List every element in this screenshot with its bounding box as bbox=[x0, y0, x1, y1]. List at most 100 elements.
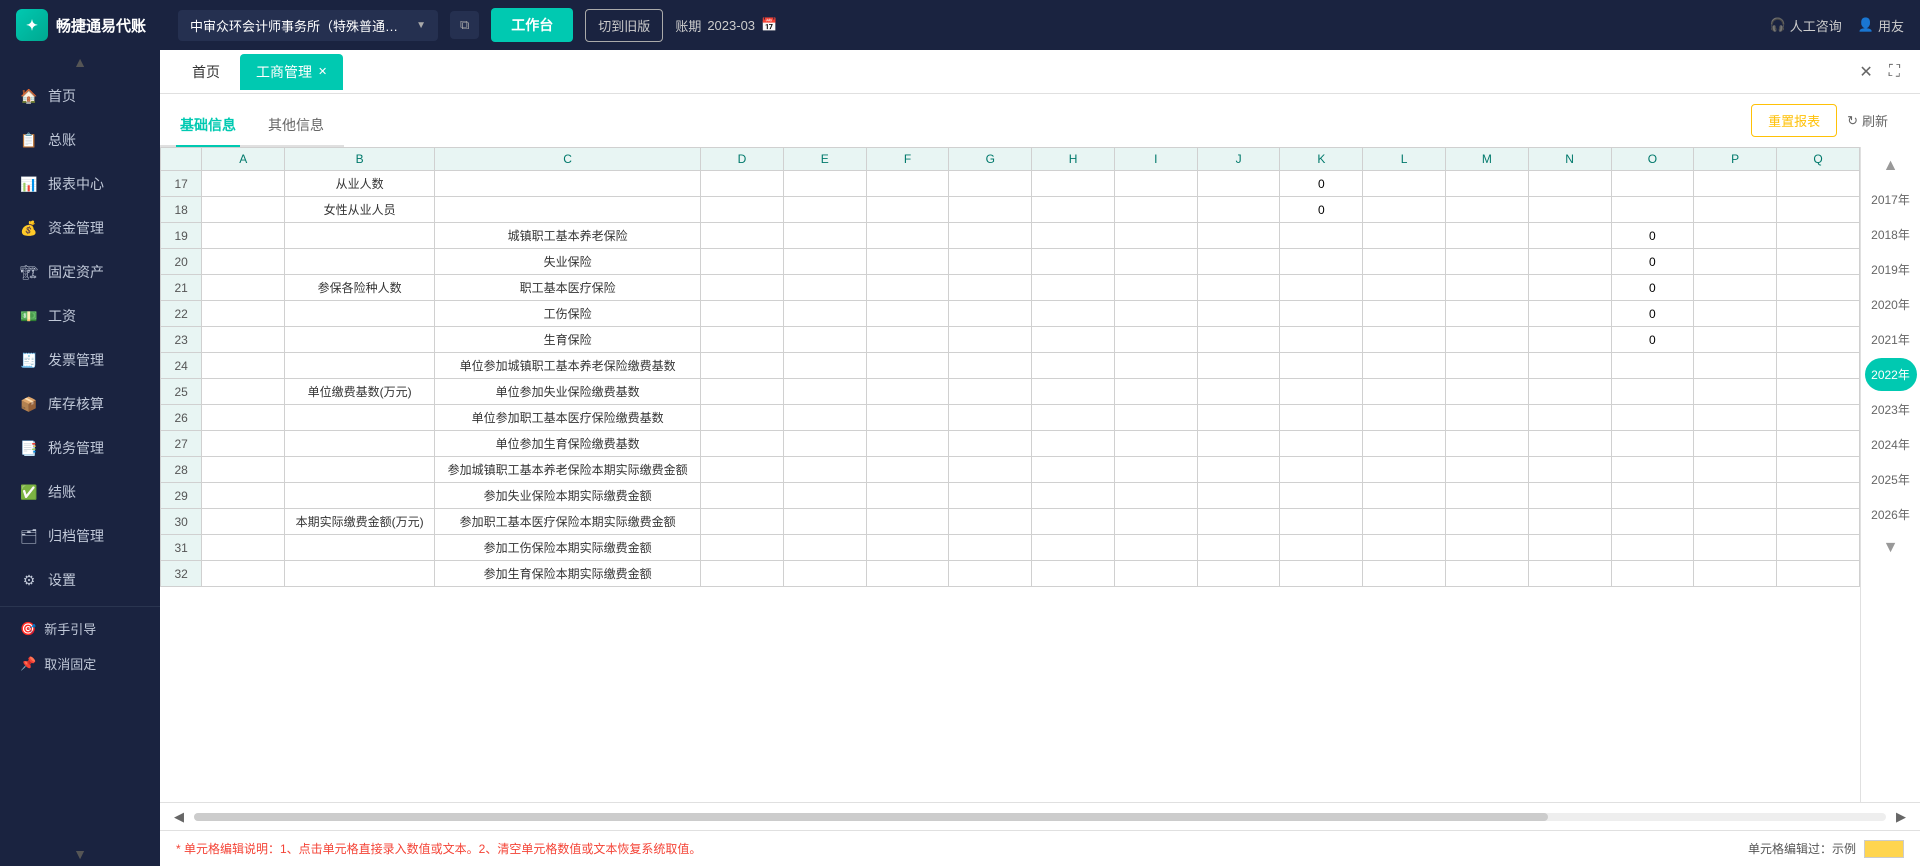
cell-r32-c15[interactable] bbox=[1694, 561, 1777, 587]
cell-r32-c4[interactable] bbox=[783, 561, 866, 587]
cell-r28-c16[interactable] bbox=[1777, 457, 1860, 483]
cell-r31-c3[interactable] bbox=[701, 535, 784, 561]
cell-r24-c10[interactable] bbox=[1280, 353, 1363, 379]
cell-r26-c14[interactable] bbox=[1611, 405, 1694, 431]
cell-r29-c11[interactable] bbox=[1363, 483, 1446, 509]
cell-r26-c2[interactable]: 单位参加职工基本医疗保险缴费基数 bbox=[435, 405, 701, 431]
cell-r20-c16[interactable] bbox=[1777, 249, 1860, 275]
cell-r27-c14[interactable] bbox=[1611, 431, 1694, 457]
cell-r30-c8[interactable] bbox=[1114, 509, 1197, 535]
cell-r24-c4[interactable] bbox=[783, 353, 866, 379]
cell-r28-c9[interactable] bbox=[1197, 457, 1280, 483]
cell-r31-c7[interactable] bbox=[1032, 535, 1115, 561]
tab-close-button[interactable]: ✕ bbox=[1855, 58, 1876, 86]
cell-r20-c0[interactable] bbox=[202, 249, 285, 275]
cell-r17-c5[interactable] bbox=[866, 171, 949, 197]
spreadsheet-main[interactable]: A B C D E F G H I J K L bbox=[160, 147, 1860, 802]
cell-r22-c9[interactable] bbox=[1197, 301, 1280, 327]
cell-r31-c15[interactable] bbox=[1694, 535, 1777, 561]
cell-r27-c16[interactable] bbox=[1777, 431, 1860, 457]
cell-r31-c10[interactable] bbox=[1280, 535, 1363, 561]
cell-r27-c13[interactable] bbox=[1528, 431, 1611, 457]
cell-r17-c15[interactable] bbox=[1694, 171, 1777, 197]
cell-r18-c1[interactable]: 女性从业人员 bbox=[285, 197, 435, 223]
cell-r21-c14[interactable]: 0 bbox=[1611, 275, 1694, 301]
cell-r26-c15[interactable] bbox=[1694, 405, 1777, 431]
tab-other-info[interactable]: 其他信息 bbox=[264, 109, 328, 147]
cell-r22-c12[interactable] bbox=[1445, 301, 1528, 327]
cell-r31-c1[interactable] bbox=[285, 535, 435, 561]
cell-r29-c3[interactable] bbox=[701, 483, 784, 509]
tab-close-icon[interactable]: ✕ bbox=[318, 65, 327, 78]
cell-r30-c11[interactable] bbox=[1363, 509, 1446, 535]
tab-home[interactable]: 首页 bbox=[176, 54, 236, 90]
copy-button[interactable]: ⧉ bbox=[450, 11, 479, 39]
cell-r23-c16[interactable] bbox=[1777, 327, 1860, 353]
cell-r20-c15[interactable] bbox=[1694, 249, 1777, 275]
cell-r24-c0[interactable] bbox=[202, 353, 285, 379]
year-item-1[interactable]: 2018年 bbox=[1865, 218, 1917, 251]
cell-r22-c8[interactable] bbox=[1114, 301, 1197, 327]
cell-r23-c14[interactable]: 0 bbox=[1611, 327, 1694, 353]
cell-r30-c14[interactable] bbox=[1611, 509, 1694, 535]
cell-r25-c10[interactable] bbox=[1280, 379, 1363, 405]
refresh-button[interactable]: ↻ 刷新 bbox=[1847, 111, 1888, 130]
cell-r20-c8[interactable] bbox=[1114, 249, 1197, 275]
cell-r23-c9[interactable] bbox=[1197, 327, 1280, 353]
year-item-9[interactable]: 2026年 bbox=[1865, 498, 1917, 531]
cell-r18-c13[interactable] bbox=[1528, 197, 1611, 223]
cell-r29-c14[interactable] bbox=[1611, 483, 1694, 509]
cell-r24-c2[interactable]: 单位参加城镇职工基本养老保险缴费基数 bbox=[435, 353, 701, 379]
cell-r27-c5[interactable] bbox=[866, 431, 949, 457]
cell-r28-c12[interactable] bbox=[1445, 457, 1528, 483]
cell-r22-c14[interactable]: 0 bbox=[1611, 301, 1694, 327]
cell-r19-c2[interactable]: 城镇职工基本养老保险 bbox=[435, 223, 701, 249]
cell-r27-c4[interactable] bbox=[783, 431, 866, 457]
cell-r31-c4[interactable] bbox=[783, 535, 866, 561]
cell-r28-c1[interactable] bbox=[285, 457, 435, 483]
calendar-icon[interactable]: 📅 bbox=[761, 17, 777, 33]
cell-r20-c11[interactable] bbox=[1363, 249, 1446, 275]
sidebar-item-tax[interactable]: 📑税务管理 bbox=[0, 426, 160, 470]
cell-r23-c0[interactable] bbox=[202, 327, 285, 353]
cell-r30-c16[interactable] bbox=[1777, 509, 1860, 535]
cell-r32-c3[interactable] bbox=[701, 561, 784, 587]
cell-r22-c1[interactable] bbox=[285, 301, 435, 327]
cell-r18-c16[interactable] bbox=[1777, 197, 1860, 223]
cell-r19-c15[interactable] bbox=[1694, 223, 1777, 249]
cell-r26-c12[interactable] bbox=[1445, 405, 1528, 431]
cell-r17-c16[interactable] bbox=[1777, 171, 1860, 197]
cell-r32-c10[interactable] bbox=[1280, 561, 1363, 587]
cell-r29-c4[interactable] bbox=[783, 483, 866, 509]
cell-r18-c3[interactable] bbox=[701, 197, 784, 223]
cell-r17-c14[interactable] bbox=[1611, 171, 1694, 197]
cell-r31-c6[interactable] bbox=[949, 535, 1032, 561]
cell-r26-c10[interactable] bbox=[1280, 405, 1363, 431]
sidebar-item-invoice[interactable]: 🧾发票管理 bbox=[0, 338, 160, 382]
cell-r19-c3[interactable] bbox=[701, 223, 784, 249]
cell-r18-c6[interactable] bbox=[949, 197, 1032, 223]
cell-r22-c10[interactable] bbox=[1280, 301, 1363, 327]
scroll-right-icon[interactable]: ▶ bbox=[1890, 809, 1912, 825]
cell-r29-c10[interactable] bbox=[1280, 483, 1363, 509]
year-item-3[interactable]: 2020年 bbox=[1865, 288, 1917, 321]
cell-r18-c5[interactable] bbox=[866, 197, 949, 223]
cell-r25-c4[interactable] bbox=[783, 379, 866, 405]
workbench-button[interactable]: 工作台 bbox=[491, 8, 573, 42]
cell-r20-c3[interactable] bbox=[701, 249, 784, 275]
cell-r20-c1[interactable] bbox=[285, 249, 435, 275]
cell-r21-c8[interactable] bbox=[1114, 275, 1197, 301]
cell-r23-c11[interactable] bbox=[1363, 327, 1446, 353]
cell-r23-c1[interactable] bbox=[285, 327, 435, 353]
cell-r26-c13[interactable] bbox=[1528, 405, 1611, 431]
cell-r17-c6[interactable] bbox=[949, 171, 1032, 197]
cell-r21-c2[interactable]: 职工基本医疗保险 bbox=[435, 275, 701, 301]
cell-r30-c5[interactable] bbox=[866, 509, 949, 535]
cell-r32-c16[interactable] bbox=[1777, 561, 1860, 587]
cell-r32-c2[interactable]: 参加生育保险本期实际缴费金额 bbox=[435, 561, 701, 587]
cell-r31-c8[interactable] bbox=[1114, 535, 1197, 561]
cell-r21-c11[interactable] bbox=[1363, 275, 1446, 301]
cell-r24-c14[interactable] bbox=[1611, 353, 1694, 379]
cell-r24-c12[interactable] bbox=[1445, 353, 1528, 379]
cell-r17-c4[interactable] bbox=[783, 171, 866, 197]
